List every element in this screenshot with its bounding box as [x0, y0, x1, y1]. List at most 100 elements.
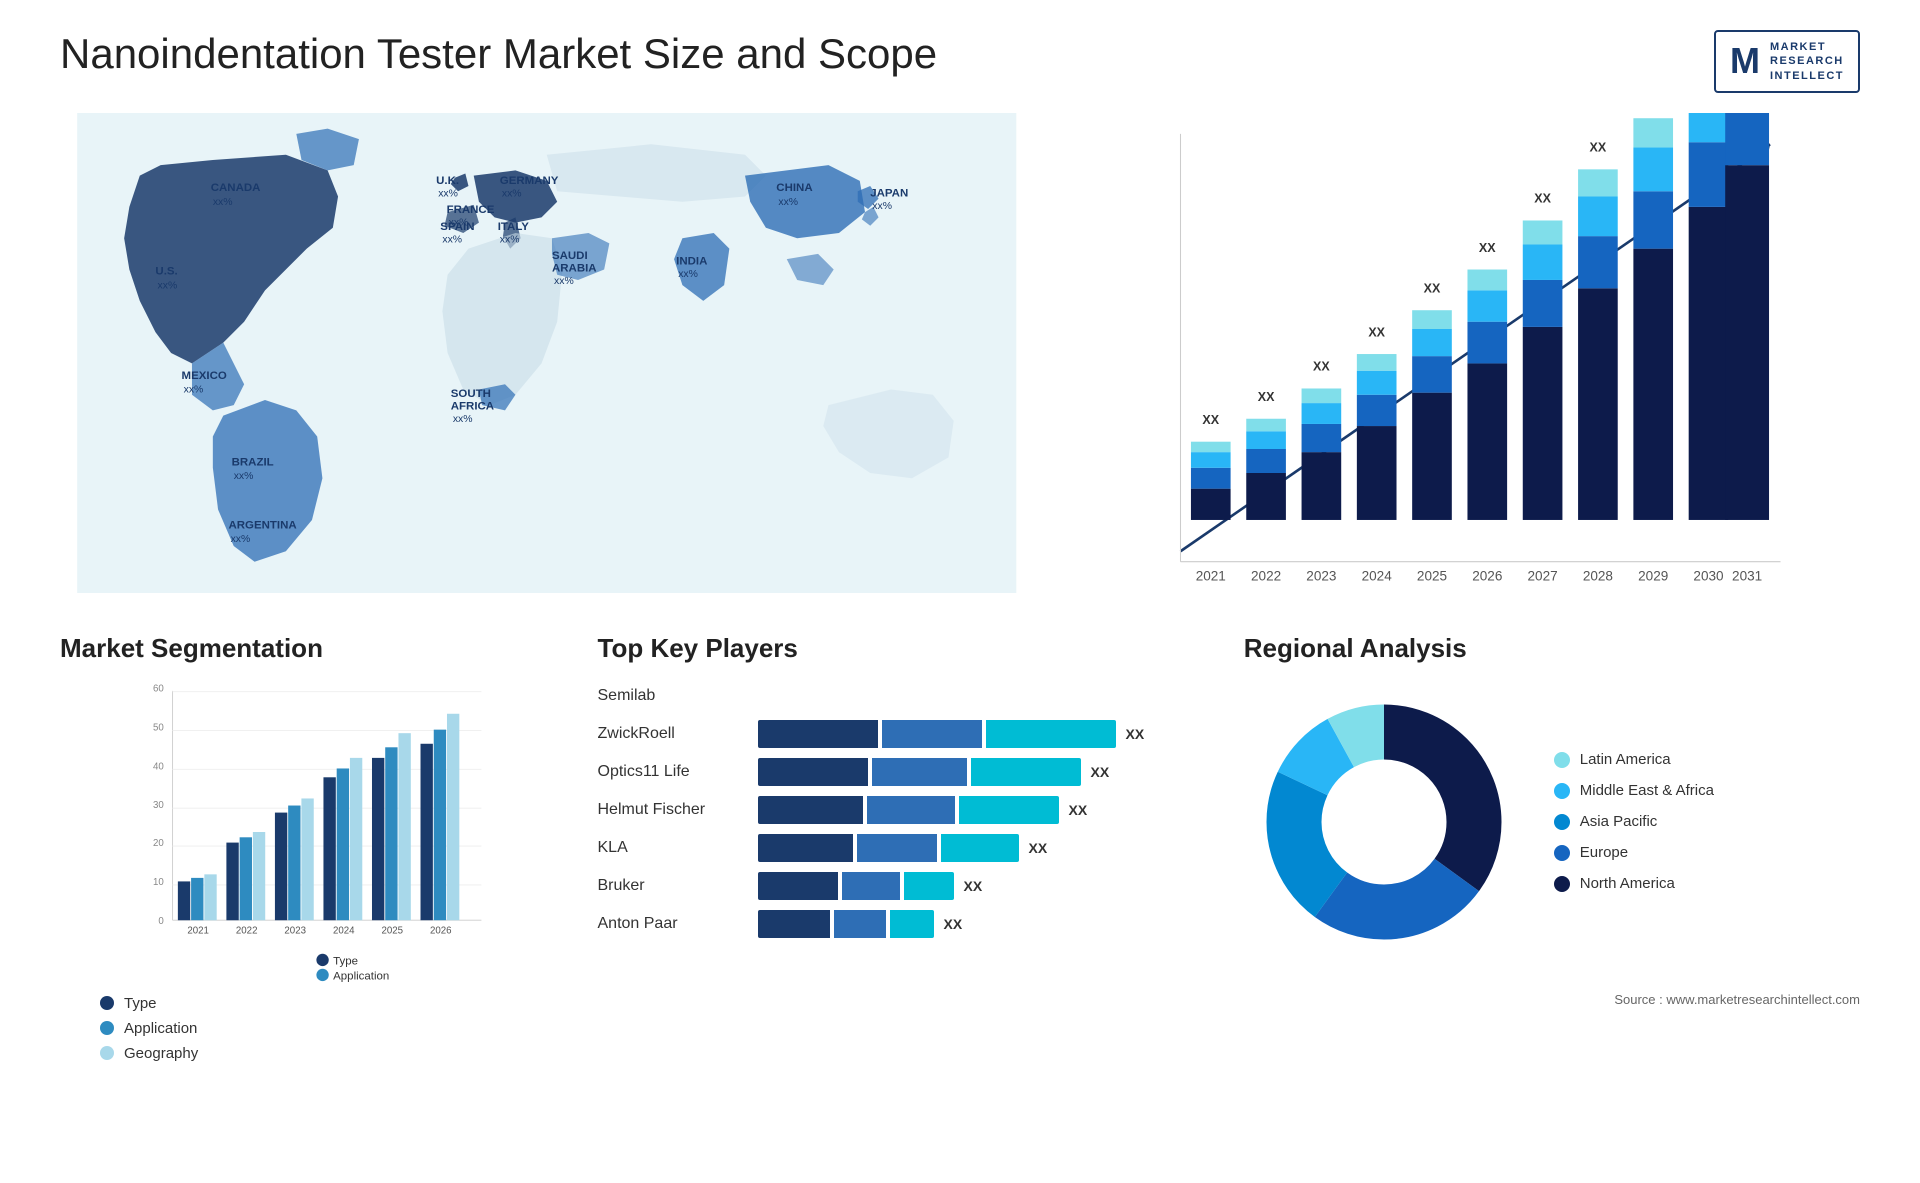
svg-text:ARABIA: ARABIA — [552, 262, 597, 274]
svg-text:xx%: xx% — [502, 188, 522, 199]
svg-text:2026: 2026 — [430, 925, 452, 936]
bottom-section: Market Segmentation 0 10 20 30 40 50 60 — [60, 633, 1860, 1153]
svg-text:XX: XX — [1589, 140, 1606, 154]
player-name-semilab: Semilab — [598, 687, 748, 705]
svg-text:2021: 2021 — [187, 925, 209, 936]
player-val-helmut: XX — [1069, 802, 1088, 818]
legend-application: Application — [100, 1020, 568, 1037]
key-players-section: Top Key Players Semilab ZwickRoell XX Op… — [598, 633, 1214, 1153]
legend-label-europe: Europe — [1580, 844, 1628, 861]
brazil-label: BRAZIL — [232, 457, 274, 469]
seg-legend: Type Application Geography — [100, 995, 568, 1062]
svg-text:xx%: xx% — [500, 234, 520, 245]
player-optics11: Optics11 Life XX — [598, 758, 1214, 786]
svg-text:XX: XX — [1368, 325, 1385, 339]
source-text: Source : www.marketresearchintellect.com — [1244, 992, 1860, 1007]
legend-label-north-america: North America — [1580, 875, 1675, 892]
svg-text:60: 60 — [153, 684, 164, 695]
svg-text:10: 10 — [153, 877, 164, 888]
segmentation-chart: 0 10 20 30 40 50 60 2021 — [60, 682, 568, 982]
player-zwickroell: ZwickRoell XX — [598, 720, 1214, 748]
legend-type: Type — [100, 995, 568, 1012]
svg-text:xx%: xx% — [442, 234, 462, 245]
italy-label: ITALY — [498, 221, 530, 233]
legend-geography-label: Geography — [124, 1045, 198, 1062]
player-val-bruker: XX — [964, 878, 983, 894]
svg-text:2026: 2026 — [1472, 568, 1502, 583]
player-name-antonpaar: Anton Paar — [598, 915, 748, 933]
legend-dot-north-america — [1554, 876, 1570, 892]
svg-text:xx%: xx% — [213, 197, 233, 208]
svg-text:xx%: xx% — [231, 534, 251, 545]
legend-label-latin-america: Latin America — [1580, 751, 1671, 768]
legend-application-label: Application — [124, 1020, 197, 1037]
svg-text:2023: 2023 — [1306, 568, 1336, 583]
player-name-bruker: Bruker — [598, 877, 748, 895]
player-name-kla: KLA — [598, 839, 748, 857]
logo-text: MARKET RESEARCH INTELLECT — [1770, 40, 1844, 83]
legend-dot-asia — [1554, 814, 1570, 830]
svg-text:xx%: xx% — [678, 269, 698, 280]
player-antonpaar: Anton Paar XX — [598, 910, 1214, 938]
mexico-label: MEXICO — [182, 370, 227, 382]
regional-legend: Latin America Middle East & Africa Asia … — [1554, 751, 1714, 892]
segmentation-title: Market Segmentation — [60, 633, 568, 664]
saudi-label: SAUDI — [552, 250, 588, 262]
page-container: Nanoindentation Tester Market Size and S… — [0, 0, 1920, 1183]
legend-type-label: Type — [124, 995, 157, 1012]
player-name-helmut: Helmut Fischer — [598, 801, 748, 819]
argentina-label: ARGENTINA — [228, 519, 296, 531]
svg-text:XX: XX — [1257, 390, 1274, 404]
bar-2025: XX — [1412, 281, 1452, 519]
legend-latin-america: Latin America — [1554, 751, 1714, 768]
svg-text:XX: XX — [1423, 281, 1440, 295]
bar-2026: XX — [1467, 241, 1507, 520]
svg-text:2029: 2029 — [1638, 568, 1668, 583]
legend-dot-mea — [1554, 783, 1570, 799]
svg-text:xx%: xx% — [778, 197, 798, 208]
bar-2030: XX — [1688, 113, 1728, 520]
svg-text:Application: Application — [333, 970, 389, 982]
logo: M MARKET RESEARCH INTELLECT — [1714, 30, 1860, 93]
page-title: Nanoindentation Tester Market Size and S… — [60, 30, 937, 78]
germany-label: GERMANY — [500, 175, 559, 187]
legend-middle-east-africa: Middle East & Africa — [1554, 782, 1714, 799]
svg-text:2024: 2024 — [333, 925, 355, 936]
legend-north-america: North America — [1554, 875, 1714, 892]
player-kla: KLA XX — [598, 834, 1214, 862]
player-val-kla: XX — [1029, 840, 1048, 856]
india-label: INDIA — [676, 255, 707, 267]
regional-title: Regional Analysis — [1244, 633, 1860, 664]
legend-europe: Europe — [1554, 844, 1714, 861]
svg-text:50: 50 — [153, 722, 164, 733]
svg-text:2028: 2028 — [1582, 568, 1612, 583]
svg-text:xx%: xx% — [872, 201, 892, 212]
bar-2022: XX — [1246, 390, 1286, 520]
player-bruker: Bruker XX — [598, 872, 1214, 900]
japan-label: JAPAN — [870, 187, 908, 199]
svg-text:2025: 2025 — [381, 925, 403, 936]
spain-label: SPAIN — [440, 221, 474, 233]
player-semilab: Semilab — [598, 682, 1214, 710]
top-section: CANADA xx% U.S. xx% MEXICO xx% BRAZIL xx… — [60, 113, 1860, 593]
uk-label: U.K. — [436, 175, 459, 187]
svg-text:40: 40 — [153, 761, 164, 772]
regional-content: Latin America Middle East & Africa Asia … — [1244, 682, 1860, 962]
china-label: CHINA — [776, 182, 812, 194]
bar-2028: XX — [1578, 140, 1618, 519]
svg-text:2027: 2027 — [1527, 568, 1557, 583]
world-map-container: CANADA xx% U.S. xx% MEXICO xx% BRAZIL xx… — [60, 113, 1034, 593]
legend-geography: Geography — [100, 1045, 568, 1062]
player-val-antonpaar: XX — [944, 916, 963, 932]
svg-text:AFRICA: AFRICA — [451, 400, 494, 412]
svg-text:xx%: xx% — [453, 414, 473, 425]
svg-text:2022: 2022 — [1251, 568, 1281, 583]
key-players-title: Top Key Players — [598, 633, 1214, 664]
svg-text:xx%: xx% — [438, 188, 458, 199]
bar-2021: XX — [1190, 413, 1230, 520]
svg-text:2025: 2025 — [1416, 568, 1446, 583]
growth-chart-container: XX XX XX — [1064, 113, 1861, 593]
geography-dot — [100, 1046, 114, 1060]
us-label: U.S. — [155, 266, 177, 278]
svg-text:xx%: xx% — [158, 280, 178, 291]
